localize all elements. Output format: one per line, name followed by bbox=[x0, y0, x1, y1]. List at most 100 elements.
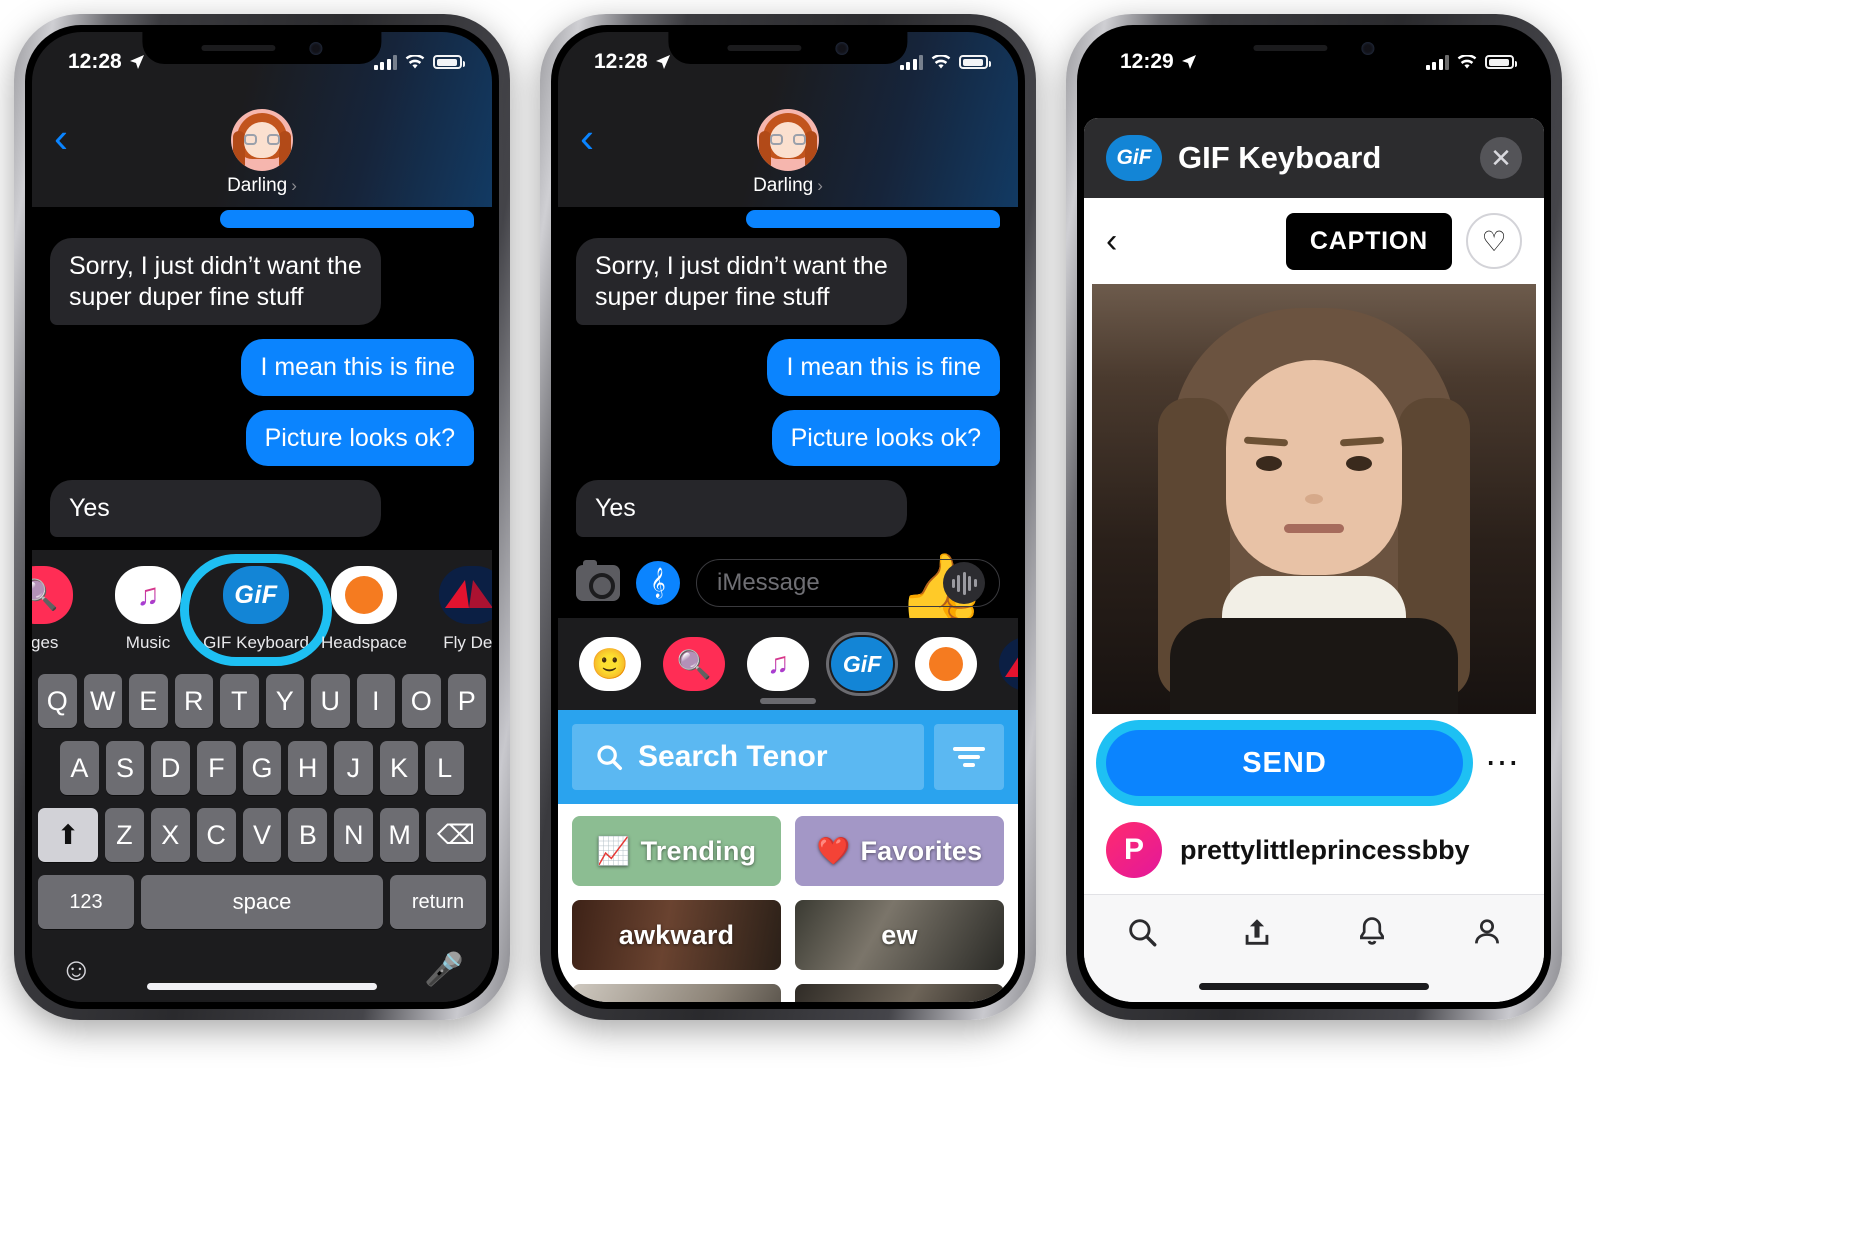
status-bar: 12:29 bbox=[1084, 32, 1544, 84]
status-left: 12:29 bbox=[1120, 50, 1197, 74]
message-row: I mean this is fine bbox=[50, 339, 474, 410]
category-tile-awkward[interactable]: awkward bbox=[572, 900, 781, 970]
key-M[interactable]: M bbox=[380, 808, 420, 862]
key-W[interactable]: W bbox=[83, 674, 122, 728]
dock-item-music[interactable]: ♫ bbox=[736, 637, 820, 691]
category-tile-angry[interactable]: angry bbox=[572, 984, 781, 1002]
back-button[interactable]: ‹ bbox=[1106, 222, 1117, 261]
key-N[interactable]: N bbox=[334, 808, 374, 862]
key-Z[interactable]: Z bbox=[105, 808, 144, 862]
key-O[interactable]: O bbox=[402, 674, 441, 728]
battery-icon bbox=[433, 55, 465, 69]
key-I[interactable]: I bbox=[356, 674, 395, 728]
app-item-images[interactable]: 🔍 ages bbox=[32, 566, 94, 653]
category-tile-ew[interactable]: ew bbox=[795, 900, 1004, 970]
send-button[interactable]: SEND bbox=[1106, 730, 1463, 796]
app-store-icon[interactable]: 𝄞 bbox=[636, 561, 680, 605]
close-icon[interactable]: ✕ bbox=[1480, 137, 1522, 179]
dock-item-headspace[interactable] bbox=[904, 637, 988, 691]
share-icon[interactable] bbox=[1240, 915, 1274, 957]
dock-item-memoji[interactable]: 🙂 bbox=[568, 637, 652, 691]
message-row: Yes bbox=[576, 480, 1000, 537]
uploader-info[interactable]: P prettylittleprincessbby bbox=[1084, 802, 1544, 888]
dock-item-images[interactable]: 🔍 bbox=[652, 637, 736, 691]
message-bubble[interactable]: I mean this is fine bbox=[767, 339, 1000, 396]
key-P[interactable]: P bbox=[447, 674, 486, 728]
gif-action-row: ‹ CAPTION ♡ bbox=[1084, 198, 1544, 284]
tile-label: awkward bbox=[618, 919, 735, 950]
key-U[interactable]: U bbox=[311, 674, 350, 728]
key-V[interactable]: V bbox=[242, 808, 282, 862]
key-Q[interactable]: Q bbox=[38, 674, 77, 728]
app-item-gif-keyboard[interactable]: GiF GIF Keyboard bbox=[180, 553, 332, 666]
heart-outline-icon[interactable]: ♡ bbox=[1466, 213, 1522, 269]
status-right bbox=[1425, 54, 1517, 70]
app-item-delta[interactable]: Fly Delt bbox=[418, 566, 492, 653]
key-T[interactable]: T bbox=[220, 674, 259, 728]
space-key[interactable]: space bbox=[141, 875, 383, 929]
key-L[interactable]: L bbox=[425, 741, 465, 795]
phone-1-bezel: 12:28 Sorry, I just didn’t want the supe… bbox=[25, 25, 499, 1009]
gif-preview[interactable] bbox=[1092, 284, 1536, 714]
keyboard: QWERTYUIOP ASDFGHJKL ⬆ ZXCVBNM ⌫ 123 spa… bbox=[32, 670, 492, 1002]
caption-button[interactable]: CAPTION bbox=[1285, 212, 1452, 270]
search-icon[interactable] bbox=[1125, 915, 1159, 957]
dock-item-gif-keyboard[interactable]: GiF bbox=[820, 632, 904, 696]
tenor-panel: Search Tenor 📈 Trending ❤️ Favorites awkwa… bbox=[558, 710, 1018, 1002]
key-C[interactable]: C bbox=[196, 808, 236, 862]
message-bubble[interactable]: Sorry, I just didn’t want the super dupe… bbox=[576, 238, 907, 325]
numbers-key[interactable]: 123 bbox=[38, 875, 134, 929]
key-F[interactable]: F bbox=[197, 741, 236, 795]
message-bubble[interactable]: Picture looks ok? bbox=[245, 409, 474, 466]
key-R[interactable]: R bbox=[174, 674, 213, 728]
category-tile-favorites[interactable]: ❤️ Favorites bbox=[795, 816, 1004, 886]
cellular-signal-icon bbox=[373, 54, 397, 70]
filter-button[interactable] bbox=[934, 724, 1004, 790]
message-row: Picture looks ok? bbox=[50, 409, 474, 481]
key-A[interactable]: A bbox=[59, 741, 99, 795]
key-G[interactable]: G bbox=[242, 741, 282, 795]
contact-info[interactable]: Darling › bbox=[227, 109, 297, 197]
category-tile-trending[interactable]: 📈 Trending bbox=[572, 816, 781, 886]
app-item-headspace[interactable]: Headspace bbox=[310, 566, 418, 653]
shift-up-icon[interactable]: ⬆ bbox=[38, 808, 98, 862]
message-bubble[interactable]: Yes bbox=[576, 480, 907, 537]
contact-info[interactable]: Darling › bbox=[753, 109, 823, 197]
key-E[interactable]: E bbox=[129, 674, 168, 728]
ellipsis-icon[interactable]: ⋯ bbox=[1485, 743, 1522, 783]
message-bubble[interactable]: Sorry, I just didn’t want the super dupe… bbox=[50, 238, 381, 325]
memoji-icon: 🙂 bbox=[579, 637, 641, 691]
smiley-icon[interactable]: ☺ bbox=[60, 951, 93, 988]
battery-icon bbox=[959, 55, 991, 69]
search-input[interactable]: Search Tenor bbox=[572, 724, 924, 790]
back-button[interactable]: ‹ bbox=[580, 117, 594, 159]
microphone-icon[interactable]: 🎤 bbox=[424, 950, 464, 988]
key-B[interactable]: B bbox=[288, 808, 328, 862]
app-label: Headspace bbox=[320, 633, 407, 652]
drawer-grabber[interactable] bbox=[760, 698, 816, 704]
message-bubble[interactable]: I mean this is fine bbox=[241, 339, 474, 396]
key-D[interactable]: D bbox=[151, 741, 190, 795]
back-button[interactable]: ‹ bbox=[54, 117, 68, 159]
message-bubble[interactable]: Picture looks ok? bbox=[771, 409, 1000, 466]
key-J[interactable]: J bbox=[334, 741, 373, 795]
phone-3-screen: 12:29 GiF GIF Keyboard ✕ ‹ CAPTION ♡ SEN… bbox=[1084, 32, 1544, 1002]
camera-icon[interactable] bbox=[576, 560, 620, 601]
key-S[interactable]: S bbox=[105, 741, 145, 795]
key-X[interactable]: X bbox=[150, 808, 190, 862]
gif-subject bbox=[1158, 308, 1470, 714]
key-H[interactable]: H bbox=[288, 741, 328, 795]
message-bubble[interactable]: Yes bbox=[50, 480, 381, 537]
key-Y[interactable]: Y bbox=[265, 674, 304, 728]
audio-waveform-icon[interactable] bbox=[943, 562, 985, 604]
chevron-right-icon: › bbox=[291, 176, 297, 195]
app-item-music[interactable]: ♫ Music bbox=[94, 566, 202, 653]
bell-icon[interactable] bbox=[1355, 915, 1389, 957]
imessage-input[interactable]: iMessage bbox=[696, 559, 1000, 607]
backspace-icon[interactable]: ⌫ bbox=[426, 808, 486, 862]
key-K[interactable]: K bbox=[379, 741, 419, 795]
category-tile-surprised[interactable]: surprised bbox=[795, 984, 1004, 1002]
dock-item-delta[interactable] bbox=[988, 637, 1018, 691]
person-icon[interactable] bbox=[1470, 915, 1504, 957]
return-key[interactable]: return bbox=[390, 875, 486, 929]
